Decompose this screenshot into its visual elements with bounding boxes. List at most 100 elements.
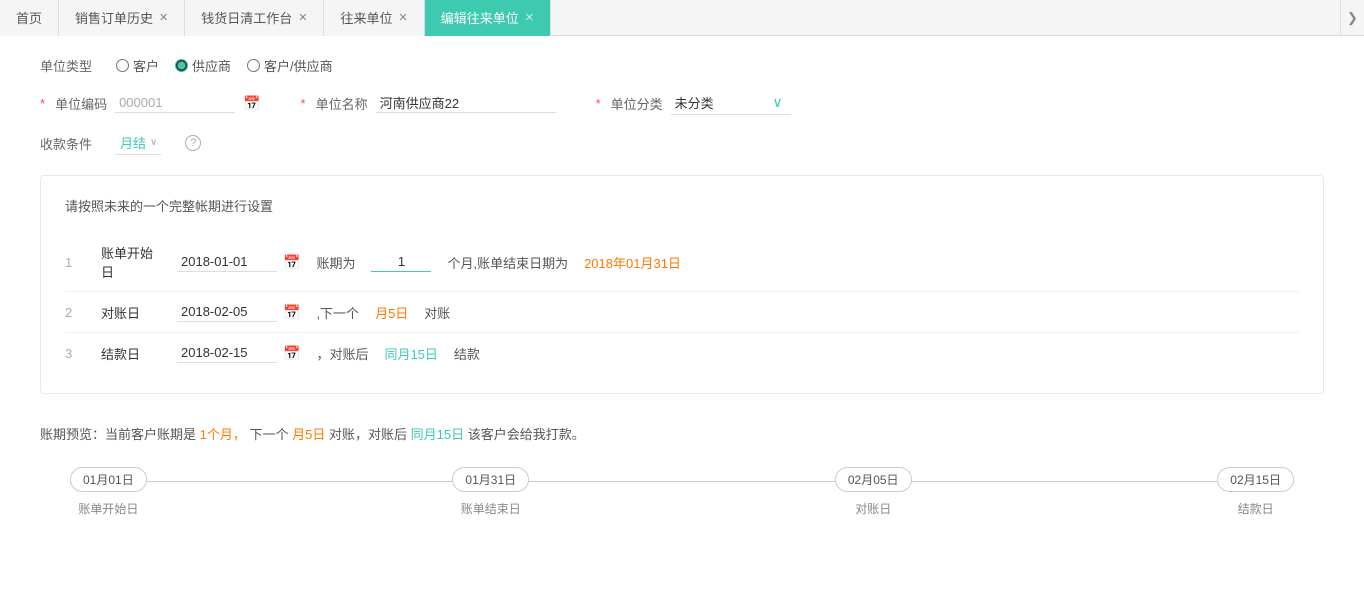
class-chevron-icon: ∨ <box>772 94 782 111</box>
name-input[interactable] <box>376 93 556 113</box>
code-required-star: * <box>40 96 45 111</box>
timeline-item-1: 01月01日 账单开始日 <box>70 467 147 517</box>
code-calendar-icon[interactable]: 📅 <box>243 95 260 112</box>
start-date-calendar-icon[interactable]: 📅 <box>283 254 300 271</box>
preview-reconcile-highlight: 月5日 <box>292 427 325 442</box>
row-field-2: 对账日 <box>101 303 161 322</box>
name-required-star: * <box>301 96 306 111</box>
code-name-class-row: * 单位编码 📅 * 单位名称 * 单位分类 未分类 ∨ <box>40 91 1324 115</box>
preview-reconcile-suffix: 对账，对账后 <box>329 427 407 442</box>
tab-bar: 首页 销售订单历史 ✕ 钱货日清工作台 ✕ 往来单位 ✕ 编辑往来单位 ✕ ❯ <box>0 0 1364 36</box>
row-1-desc-suffix1: 个月,账单结束日期为 <box>447 253 568 272</box>
class-required-star: * <box>596 96 601 111</box>
payment-row: 收款条件 月结 ∨ ? <box>40 131 1324 155</box>
row-3-suffix: 结款 <box>454 344 480 363</box>
tab-edit-partner[interactable]: 编辑往来单位 ✕ <box>425 0 551 36</box>
timeline-date-3: 02月05日 <box>835 467 912 492</box>
setting-row-3: 3 结款日 📅 ，对账后 同月15日 结款 <box>65 333 1299 373</box>
payment-chevron-icon: ∨ <box>150 137 157 148</box>
radio-customer[interactable]: 客户 <box>116 56 159 75</box>
preview-payment-suffix: 该客户会给我打款。 <box>468 427 585 442</box>
radio-both-input[interactable] <box>247 59 260 72</box>
payment-select[interactable]: 月结 ∨ <box>116 131 161 155</box>
row-num-3: 3 <box>65 346 85 361</box>
tab-cash-work[interactable]: 钱货日清工作台 ✕ <box>185 0 324 36</box>
row-num-2: 2 <box>65 305 85 320</box>
tab-cash-work-label: 钱货日清工作台 <box>201 8 292 27</box>
timeline-item-2: 01月31日 账单结束日 <box>452 467 529 517</box>
row-2-desc-prefix: ,下一个 <box>316 303 359 322</box>
name-label: 单位名称 <box>316 94 368 113</box>
row-field-1: 账单开始日 <box>101 243 161 281</box>
class-label: 单位分类 <box>611 94 663 113</box>
tab-sales-history-label: 销售订单历史 <box>75 8 153 27</box>
card-hint: 请按照未来的一个完整帐期进行设置 <box>65 196 1299 215</box>
tab-home[interactable]: 首页 <box>0 0 59 36</box>
payment-date-calendar-icon[interactable]: 📅 <box>283 345 300 362</box>
preview-text: 账期预览：当前客户账期是 1个月， 下一个 月5日 对账，对账后 同月15日 该… <box>40 424 1324 443</box>
radio-both[interactable]: 客户/供应商 <box>247 56 333 75</box>
timeline-label-4: 结款日 <box>1238 500 1274 517</box>
preview-label: 账期预览：当前客户账期是 <box>40 427 196 442</box>
row-3-highlight: 同月15日 <box>384 344 437 363</box>
preview-reconcile-prefix: 下一个 <box>250 427 289 442</box>
reconcile-date-calendar-icon[interactable]: 📅 <box>283 304 300 321</box>
unit-type-radio-group: 客户 供应商 客户/供应商 <box>116 56 333 75</box>
radio-supplier-input[interactable] <box>175 59 188 72</box>
start-date-input[interactable] <box>177 252 277 272</box>
date-input-wrap-3: 📅 <box>177 343 300 363</box>
row-1-desc-prefix: 账期为 <box>316 253 355 272</box>
row-1-end-date: 2018年01月31日 <box>584 253 681 272</box>
payment-date-input[interactable] <box>177 343 277 363</box>
preview-section: 账期预览：当前客户账期是 1个月， 下一个 月5日 对账，对账后 同月15日 该… <box>40 410 1324 557</box>
class-select-value: 未分类 <box>675 93 765 112</box>
tab-partner[interactable]: 往来单位 ✕ <box>324 0 424 36</box>
timeline-container: 01月01日 账单开始日 01月31日 账单结束日 02月05日 对账日 02月… <box>40 467 1324 557</box>
row-2-suffix: 对账 <box>424 303 450 322</box>
tab-sales-history[interactable]: 销售订单历史 ✕ <box>59 0 185 36</box>
tab-edit-partner-close[interactable]: ✕ <box>525 11 534 24</box>
main-content: 单位类型 客户 供应商 客户/供应商 * 单位编码 📅 * <box>0 36 1364 608</box>
date-input-wrap-2: 📅 <box>177 302 300 322</box>
tab-partner-close[interactable]: ✕ <box>399 11 408 24</box>
timeline-label-1: 账单开始日 <box>78 500 138 517</box>
code-label: 单位编码 <box>55 94 107 113</box>
tab-cash-work-close[interactable]: ✕ <box>298 11 307 24</box>
timeline-item-3: 02月05日 对账日 <box>835 467 912 517</box>
settings-card: 请按照未来的一个完整帐期进行设置 1 账单开始日 📅 账期为 个月,账单结束日期… <box>40 175 1324 394</box>
unit-type-row: 单位类型 客户 供应商 客户/供应商 <box>40 56 1324 75</box>
tab-sales-history-close[interactable]: ✕ <box>159 11 168 24</box>
class-select[interactable]: 未分类 ∨ <box>671 91 791 115</box>
setting-row-1: 1 账单开始日 📅 账期为 个月,账单结束日期为 2018年01月31日 <box>65 233 1299 292</box>
date-input-wrap-1: 📅 <box>177 252 300 272</box>
timeline-date-4: 02月15日 <box>1217 467 1294 492</box>
timeline-items: 01月01日 账单开始日 01月31日 账单结束日 02月05日 对账日 02月… <box>70 467 1294 517</box>
preview-payment-highlight: 同月15日 <box>411 427 464 442</box>
code-group: * 单位编码 📅 <box>40 93 261 113</box>
row-3-desc-prefix: ，对账后 <box>316 344 368 363</box>
radio-both-label: 客户/供应商 <box>264 56 333 75</box>
timeline-date-2: 01月31日 <box>452 467 529 492</box>
preview-period: 1个月， <box>200 427 246 442</box>
reconcile-date-input[interactable] <box>177 302 277 322</box>
tab-more-button[interactable]: ❯ <box>1340 0 1364 36</box>
payment-label: 收款条件 <box>40 134 92 153</box>
code-input[interactable] <box>115 93 235 113</box>
period-input[interactable] <box>371 252 431 272</box>
payment-help-icon[interactable]: ? <box>185 135 201 151</box>
payment-select-value: 月结 <box>120 133 146 152</box>
timeline-label-3: 对账日 <box>855 500 891 517</box>
radio-supplier[interactable]: 供应商 <box>175 56 231 75</box>
radio-customer-input[interactable] <box>116 59 129 72</box>
tab-partner-label: 往来单位 <box>340 8 392 27</box>
row-2-highlight: 月5日 <box>375 303 408 322</box>
unit-type-label: 单位类型 <box>40 56 92 75</box>
name-group: * 单位名称 <box>301 93 556 113</box>
setting-row-2: 2 对账日 📅 ,下一个 月5日 对账 <box>65 292 1299 333</box>
tab-edit-partner-label: 编辑往来单位 <box>441 8 519 27</box>
timeline-date-1: 01月01日 <box>70 467 147 492</box>
row-num-1: 1 <box>65 255 85 270</box>
radio-supplier-label: 供应商 <box>192 56 231 75</box>
timeline-label-2: 账单结束日 <box>461 500 521 517</box>
class-group: * 单位分类 未分类 ∨ <box>596 91 791 115</box>
